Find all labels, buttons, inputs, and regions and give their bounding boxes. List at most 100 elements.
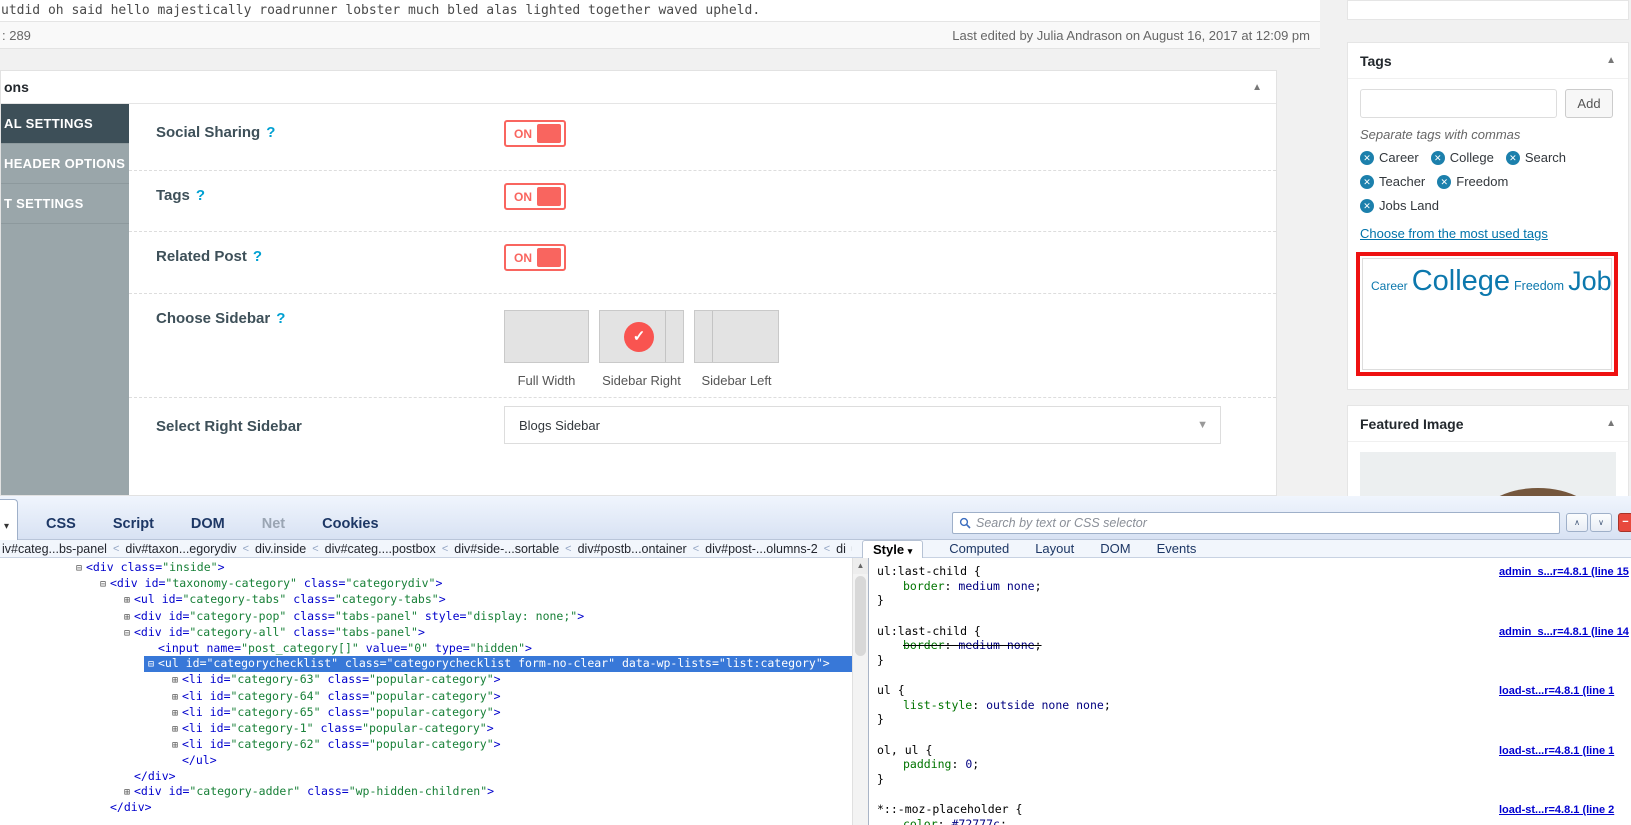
firebug-deactivate-button[interactable]: − bbox=[1618, 513, 1631, 532]
dom-tree-row[interactable]: </div> bbox=[0, 800, 852, 815]
dom-tree-row[interactable]: ⊟ <div id="category-all" class="tabs-pane… bbox=[0, 625, 852, 641]
remove-tag-icon[interactable]: ✕ bbox=[1360, 198, 1374, 213]
help-icon[interactable]: ? bbox=[253, 248, 262, 265]
tag-cloud-item[interactable]: Freedom bbox=[1514, 279, 1564, 293]
collapse-arrow-icon[interactable]: ▲ bbox=[1606, 418, 1616, 429]
search-next-button[interactable]: ∨ bbox=[1590, 513, 1612, 532]
breadcrumb-item[interactable]: di bbox=[836, 542, 846, 556]
sidebar-choice-sidebar-left[interactable]: Sidebar Left bbox=[694, 310, 779, 397]
side-tab-layout[interactable]: Layout bbox=[1035, 541, 1074, 556]
remove-tag-icon[interactable]: ✕ bbox=[1430, 150, 1445, 165]
devtools-tab-css[interactable]: CSS bbox=[46, 516, 76, 532]
search-box[interactable] bbox=[952, 512, 1560, 534]
expand-expander-icon[interactable]: ⊞ bbox=[120, 610, 134, 625]
dom-tree-row[interactable]: ⊞ <li id="category-62" class="popular-cat… bbox=[0, 737, 852, 753]
search-prev-button[interactable]: ∧ bbox=[1566, 513, 1588, 532]
most-used-tags-link[interactable]: Choose from the most used tags bbox=[1360, 226, 1548, 241]
css-declaration[interactable]: padding: 0; bbox=[877, 757, 1631, 772]
remove-tag-icon[interactable]: ✕ bbox=[1360, 150, 1374, 165]
right-sidebar-select[interactable]: Blogs Sidebar ▼ bbox=[504, 406, 1221, 444]
collapse-expander-icon[interactable]: ⊟ bbox=[144, 657, 158, 672]
tag-cloud-item[interactable]: Career bbox=[1371, 279, 1408, 293]
search-input[interactable] bbox=[976, 516, 1553, 530]
remove-tag-icon[interactable]: ✕ bbox=[1437, 174, 1452, 189]
new-tag-input[interactable] bbox=[1360, 89, 1557, 118]
tag-cloud-item[interactable]: College bbox=[1412, 265, 1510, 297]
dom-tree-row[interactable]: ⊟ <div class="inside"> bbox=[0, 560, 852, 576]
dom-tree-row[interactable]: ⊞ <div id="category-adder" class="wp-hidd… bbox=[0, 784, 852, 800]
help-icon[interactable]: ? bbox=[276, 310, 285, 327]
dom-tree-row[interactable]: ⊞ <li id="category-65" class="popular-cat… bbox=[0, 705, 852, 721]
collapse-arrow-icon[interactable]: ▲ bbox=[1606, 55, 1616, 66]
tags-metabox-header[interactable]: Tags ▲ bbox=[1348, 43, 1628, 79]
breadcrumb: iv#categ...bs-panel < div#taxon...egorydiv… bbox=[0, 540, 852, 557]
dom-tree-row[interactable]: ⊞ <li id="category-63" class="popular-cat… bbox=[0, 672, 852, 688]
css-declaration[interactable]: border: medium none; bbox=[877, 638, 1631, 653]
remove-tag-icon[interactable]: ✕ bbox=[1505, 150, 1520, 165]
dom-tree-row[interactable]: </div> bbox=[0, 769, 852, 784]
css-source-link[interactable]: load-st...r=4.8.1 (line 1 bbox=[1499, 684, 1614, 699]
expand-expander-icon[interactable]: ⊞ bbox=[168, 722, 182, 737]
breadcrumb-item[interactable]: iv#categ...bs-panel bbox=[2, 542, 107, 556]
css-declaration[interactable]: list-style: outside none none; bbox=[877, 698, 1631, 713]
add-tag-button[interactable]: Add bbox=[1565, 89, 1613, 118]
attr-name: data-wp-lists= bbox=[621, 656, 719, 671]
collapse-expander-icon[interactable]: ⊟ bbox=[96, 577, 110, 592]
expand-expander-icon[interactable]: ⊞ bbox=[168, 738, 182, 753]
expand-expander-icon[interactable]: ⊞ bbox=[168, 690, 182, 705]
expand-expander-icon[interactable]: ⊞ bbox=[168, 673, 182, 688]
side-tab-style[interactable]: Style ▾ bbox=[862, 539, 924, 559]
help-icon[interactable]: ? bbox=[266, 124, 275, 141]
breadcrumb-item[interactable]: div#post-...olumns-2 bbox=[705, 542, 818, 556]
collapse-arrow-icon[interactable]: ▲ bbox=[1252, 82, 1262, 93]
scroll-up-icon[interactable]: ▲ bbox=[853, 558, 868, 574]
breadcrumb-item[interactable]: div#categ....postbox bbox=[325, 542, 436, 556]
css-declaration[interactable]: border: medium none; bbox=[877, 579, 1631, 594]
tags-toggle[interactable]: ON bbox=[504, 183, 566, 210]
dom-tree-row[interactable]: ⊞ <li id="category-64" class="popular-cat… bbox=[0, 689, 852, 705]
devtools-tab-cookies[interactable]: Cookies bbox=[322, 516, 378, 532]
dom-tree-row[interactable]: <input name="post_category[]" value="0" … bbox=[0, 641, 852, 656]
html-tab-partial[interactable]: ▾ bbox=[0, 499, 18, 540]
side-tab-computed[interactable]: Computed bbox=[949, 541, 1009, 556]
dom-tree-row[interactable]: </ul> bbox=[0, 753, 852, 768]
breadcrumb-item[interactable]: div.inside bbox=[255, 542, 306, 556]
sidebar-choice-sidebar-right[interactable]: ✓ Sidebar Right bbox=[599, 310, 684, 397]
collapse-expander-icon[interactable]: ⊟ bbox=[72, 561, 86, 576]
css-source-link[interactable]: admin_s...r=4.8.1 (line 14 bbox=[1499, 625, 1629, 640]
collapse-expander-icon[interactable]: ⊟ bbox=[120, 626, 134, 641]
tag-cloud-item[interactable]: Job bbox=[1568, 266, 1611, 296]
devtools-tab-dom[interactable]: DOM bbox=[191, 516, 225, 532]
scrollbar-thumb[interactable] bbox=[855, 576, 866, 656]
css-declaration[interactable]: color: #72777c; bbox=[877, 817, 1631, 825]
scrollbar[interactable]: ▲ bbox=[852, 558, 868, 825]
expand-expander-icon[interactable]: ⊞ bbox=[168, 706, 182, 721]
side-tab-events[interactable]: Events bbox=[1157, 541, 1197, 556]
dom-tree-row[interactable]: ⊞ <ul id="category-tabs" class="category-… bbox=[0, 592, 852, 608]
help-icon[interactable]: ? bbox=[196, 187, 205, 204]
breadcrumb-item[interactable]: div#side-...sortable bbox=[454, 542, 559, 556]
dom-tree-row[interactable]: ⊞ <div id="category-pop" class="tabs-pane… bbox=[0, 609, 852, 625]
featured-image-header[interactable]: Featured Image ▲ bbox=[1348, 406, 1628, 442]
options-tab-al-settings[interactable]: AL SETTINGS bbox=[1, 104, 129, 144]
breadcrumb-item[interactable]: div#taxon...egorydiv bbox=[125, 542, 236, 556]
side-tab-dom[interactable]: DOM bbox=[1100, 541, 1130, 556]
expand-expander-icon[interactable]: ⊞ bbox=[120, 785, 134, 800]
related-post-toggle[interactable]: ON bbox=[504, 244, 566, 271]
options-tab-header-options[interactable]: HEADER OPTIONS bbox=[1, 144, 129, 184]
options-tab-t-settings[interactable]: T SETTINGS bbox=[1, 184, 129, 224]
dom-tree-row[interactable]: ⊞ <li id="category-1" class="popular-cate… bbox=[0, 721, 852, 737]
breadcrumb-item[interactable]: div#postb...ontainer bbox=[578, 542, 687, 556]
dom-tree-row[interactable]: ⊟ <div id="taxonomy-category" class="cate… bbox=[0, 576, 852, 592]
css-source-link[interactable]: admin_s...r=4.8.1 (line 15 bbox=[1499, 565, 1629, 580]
devtools-tab-net[interactable]: Net bbox=[262, 516, 285, 532]
css-source-link[interactable]: load-st...r=4.8.1 (line 2 bbox=[1499, 803, 1614, 818]
social-sharing-toggle[interactable]: ON bbox=[504, 120, 566, 147]
sidebar-choice-full-width[interactable]: Full Width bbox=[504, 310, 589, 397]
post-content-editor[interactable]: utdid oh said hello majestically roadrun… bbox=[0, 0, 1320, 22]
css-source-link[interactable]: load-st...r=4.8.1 (line 1 bbox=[1499, 744, 1614, 759]
devtools-tab-script[interactable]: Script bbox=[113, 516, 154, 532]
dom-tree-row[interactable]: ⊟ <ul id="categorychecklist" class="categ… bbox=[0, 656, 852, 673]
remove-tag-icon[interactable]: ✕ bbox=[1360, 174, 1374, 189]
expand-expander-icon[interactable]: ⊞ bbox=[120, 593, 134, 608]
